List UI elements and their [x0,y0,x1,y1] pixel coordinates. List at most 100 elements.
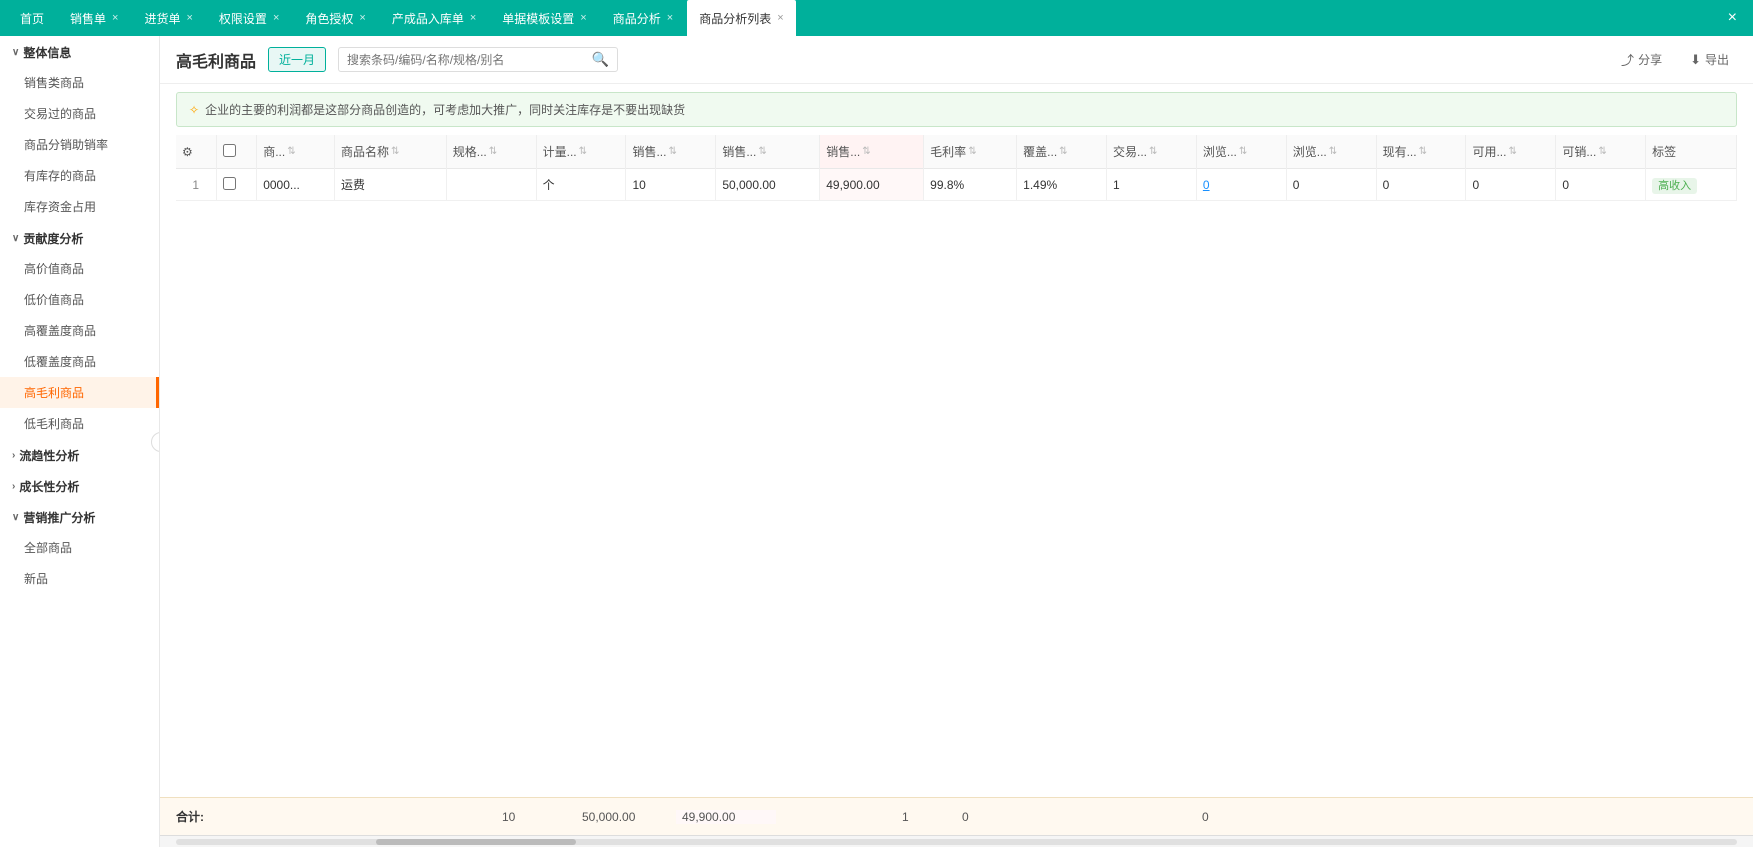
footer-values: 10 50,000.00 49,900.00 1 0 0 [216,810,1737,824]
nav-purchase-order[interactable]: 进货单 × [132,0,204,36]
col-sale-qty-header[interactable]: 销售... ⇅ [626,135,716,169]
sort-trade-count-icon: ⇅ [1149,146,1157,157]
sidebar-item-sales-products[interactable]: 销售类商品 [0,67,159,98]
col-name-header[interactable]: 商品名称 ⇅ [334,135,446,169]
col-tag-header[interactable]: 标签 [1646,135,1737,169]
col-checkbox[interactable] [216,135,257,169]
sidebar-group-marketing[interactable]: ∨ 营销推广分析 [0,501,159,532]
footer-empty4 [836,810,896,824]
sidebar-item-low-coverage[interactable]: 低覆盖度商品 [0,346,159,377]
data-table: ⚙ 商... ⇅ 商品名称 [176,135,1737,201]
nav-template-settings[interactable]: 单据模板设置 × [490,0,598,36]
col-settings[interactable]: ⚙ [176,135,216,169]
sidebar-item-distribution-rate[interactable]: 商品分销助销率 [0,129,159,160]
sort-spec-icon: ⇅ [489,146,497,157]
nav-close-permission[interactable]: × [273,12,279,24]
nav-close-product-analysis[interactable]: × [667,12,673,24]
export-button[interactable]: ⬇ 导出 [1682,47,1737,72]
col-available-header[interactable]: 可用... ⇅ [1466,135,1556,169]
cell-spec [446,169,536,201]
col-trade-count-header[interactable]: 交易... ⇅ [1107,135,1197,169]
sidebar-item-low-value[interactable]: 低价值商品 [0,284,159,315]
col-gross-margin-header[interactable]: 毛利率 ⇅ [924,135,1017,169]
sidebar-item-high-value[interactable]: 高价值商品 [0,253,159,284]
nav-close-purchase[interactable]: × [186,12,192,24]
sort-sale-amount-icon: ⇅ [758,146,766,157]
nav-close-sales[interactable]: × [112,12,118,24]
footer-browse1: 0 [956,810,1016,824]
search-box: 🔍 [338,47,618,72]
info-icon: ✧ [189,103,199,117]
nav-close-template[interactable]: × [580,12,586,24]
share-icon: ⤴ [1621,50,1634,69]
col-current-stock-header[interactable]: 现有... ⇅ [1376,135,1466,169]
search-icon[interactable]: 🔍 [592,51,609,68]
nav-role-auth[interactable]: 角色授权 × [293,0,377,36]
nav-close-role[interactable]: × [359,12,365,24]
close-all-tabs[interactable]: × [1720,9,1745,27]
sidebar-item-new-products[interactable]: 新品 [0,563,159,594]
sidebar-group-contribution[interactable]: ∨ 贡献度分析 [0,222,159,253]
col-coverage-header[interactable]: 覆盖... ⇅ [1017,135,1107,169]
nav-product-analysis[interactable]: 商品分析 × [601,0,685,36]
select-all-checkbox[interactable] [223,144,236,157]
table-container: ⚙ 商... ⇅ 商品名称 [160,135,1753,797]
sidebar-item-inventory-fund[interactable]: 库存资金占用 [0,191,159,222]
arrow-contribution: ∨ [12,233,19,244]
nav-sales-order[interactable]: 销售单 × [58,0,130,36]
horizontal-scrollbar[interactable] [160,835,1753,847]
share-button[interactable]: ⤴ 分享 [1613,46,1670,73]
nav-permission-settings[interactable]: 权限设置 × [207,0,291,36]
scrollbar-thumb[interactable] [376,839,576,845]
page-title: 高毛利商品 [176,48,256,72]
col-spec-header[interactable]: 规格... ⇅ [446,135,536,169]
sidebar-item-low-margin[interactable]: 低毛利商品 [0,408,159,439]
cell-sale-qty: 10 [626,169,716,201]
sidebar-group-trend[interactable]: › 流趋性分析 [0,439,159,470]
sort-coverage-icon: ⇅ [1059,146,1067,157]
sidebar-item-traded-products[interactable]: 交易过的商品 [0,98,159,129]
arrow-overall: ∨ [12,47,19,58]
sort-available-icon: ⇅ [1508,146,1516,157]
col-browse1-header[interactable]: 浏览... ⇅ [1196,135,1286,169]
nav-home[interactable]: 首页 [8,0,56,36]
arrow-growth: › [12,481,15,492]
sidebar-group-overall[interactable]: ∨ 整体信息 [0,36,159,67]
cell-saleable: 0 [1556,169,1646,201]
footer-empty5 [1016,810,1076,824]
nav-close-analysis-list[interactable]: × [777,12,783,24]
footer-label: 合计: [176,808,204,825]
nav-close-product-inbound[interactable]: × [470,12,476,24]
sort-sale-profit-icon: ⇅ [862,146,870,157]
cell-available: 0 [1466,169,1556,201]
filter-recent-month-button[interactable]: 近一月 [268,47,326,72]
nav-product-inbound[interactable]: 产成品入库单 × [380,0,488,36]
row-checkbox[interactable] [223,177,236,190]
footer-empty3 [776,810,836,824]
cell-name: 运费 [334,169,446,201]
arrow-marketing: ∨ [12,512,19,523]
col-sale-profit-header[interactable]: 销售... ⇅ [820,135,924,169]
footer-empty6 [1076,810,1136,824]
row-checkbox-cell[interactable] [216,169,257,201]
cell-browse1[interactable]: 0 [1196,169,1286,201]
col-sale-amount-header[interactable]: 销售... ⇅ [716,135,820,169]
sidebar-item-high-coverage[interactable]: 高覆盖度商品 [0,315,159,346]
cell-gross-margin: 99.8% [924,169,1017,201]
sort-current-stock-icon: ⇅ [1419,146,1427,157]
sidebar-group-growth[interactable]: › 成长性分析 [0,470,159,501]
col-unit-header[interactable]: 计量... ⇅ [536,135,626,169]
sidebar-item-high-margin[interactable]: 高毛利商品 [0,377,159,408]
export-icon: ⬇ [1690,52,1701,68]
sidebar-item-in-stock[interactable]: 有库存的商品 [0,160,159,191]
search-input[interactable] [347,53,586,67]
col-code-header[interactable]: 商... ⇅ [257,135,335,169]
table-row: 1 0000... 运费 个 10 50,000.00 49,900.00 99… [176,169,1737,201]
footer-sale-profit: 49,900.00 [676,810,776,824]
col-browse2-header[interactable]: 浏览... ⇅ [1286,135,1376,169]
col-saleable-header[interactable]: 可销... ⇅ [1556,135,1646,169]
sidebar-item-all-products[interactable]: 全部商品 [0,532,159,563]
nav-product-analysis-list[interactable]: 商品分析列表 × [687,0,795,36]
footer-saleable: 0 [1196,810,1256,824]
sort-unit-icon: ⇅ [579,146,587,157]
